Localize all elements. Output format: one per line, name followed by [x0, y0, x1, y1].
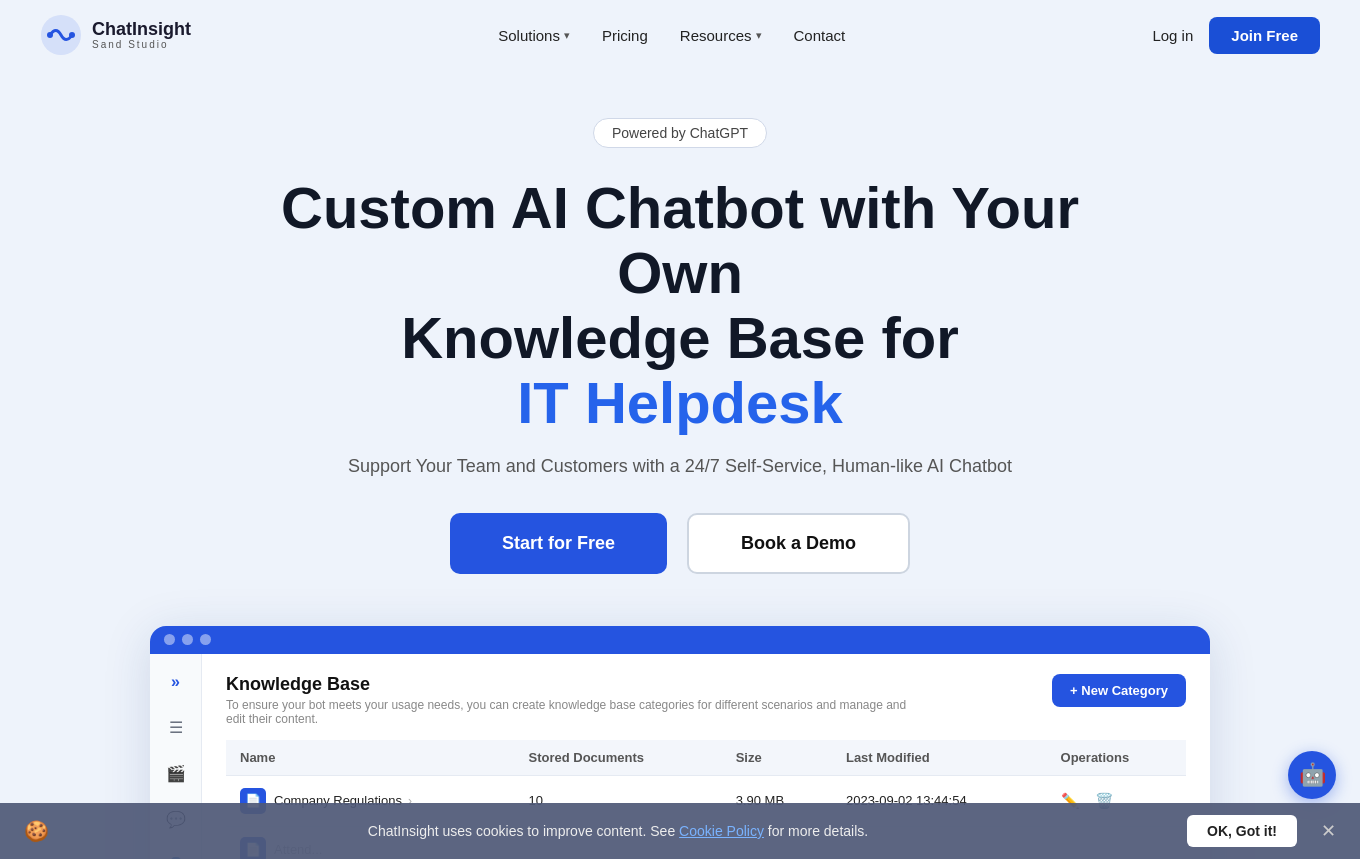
- col-modified: Last Modified: [832, 740, 1047, 776]
- table-header-row: Name Stored Documents Size Last Modified…: [226, 740, 1186, 776]
- col-name: Name: [226, 740, 514, 776]
- join-free-button[interactable]: Join Free: [1209, 17, 1320, 54]
- brand-sub: Sand Studio: [92, 39, 191, 50]
- nav-actions: Log in Join Free: [1152, 17, 1320, 54]
- nav-links: Solutions ▾ Pricing Resources ▾ Contact: [498, 27, 845, 44]
- sidebar-video-icon[interactable]: 🎬: [162, 760, 190, 788]
- hero-buttons: Start for Free Book a Demo: [450, 513, 910, 574]
- titlebar-dot-1: [164, 634, 175, 645]
- got-it-button[interactable]: OK, Got it!: [1187, 815, 1297, 847]
- col-ops: Operations: [1047, 740, 1186, 776]
- svg-point-1: [47, 32, 53, 38]
- chatbot-icon: 🤖: [1299, 762, 1326, 788]
- titlebar-dot-2: [182, 634, 193, 645]
- hero-section: Powered by ChatGPT Custom AI Chatbot wit…: [0, 70, 1360, 626]
- start-free-button[interactable]: Start for Free: [450, 513, 667, 574]
- sidebar-expand-icon[interactable]: »: [162, 668, 190, 696]
- kb-header: Knowledge Base To ensure your bot meets …: [226, 674, 1186, 726]
- logo[interactable]: ChatInsight Sand Studio: [40, 14, 191, 56]
- hero-title: Custom AI Chatbot with Your Own Knowledg…: [230, 176, 1130, 436]
- powered-badge: Powered by ChatGPT: [593, 118, 767, 148]
- nav-item-solutions[interactable]: Solutions ▾: [498, 27, 570, 44]
- cookie-emoji: 🍪: [24, 819, 49, 843]
- hero-subtitle: Support Your Team and Customers with a 2…: [348, 456, 1012, 477]
- book-demo-button[interactable]: Book a Demo: [687, 513, 910, 574]
- app-titlebar: [150, 626, 1210, 654]
- svg-point-2: [69, 32, 75, 38]
- new-category-button[interactable]: + New Category: [1052, 674, 1186, 707]
- cookie-policy-link[interactable]: Cookie Policy: [679, 823, 764, 839]
- kb-header-left: Knowledge Base To ensure your bot meets …: [226, 674, 926, 726]
- navbar: ChatInsight Sand Studio Solutions ▾ Pric…: [0, 0, 1360, 70]
- cookie-banner: 🍪 ChatInsight uses cookies to improve co…: [0, 803, 1360, 859]
- nav-item-pricing[interactable]: Pricing: [602, 27, 648, 44]
- nav-item-resources[interactable]: Resources ▾: [680, 27, 762, 44]
- kb-description: To ensure your bot meets your usage need…: [226, 698, 926, 726]
- chatbot-button[interactable]: 🤖: [1288, 751, 1336, 799]
- login-button[interactable]: Log in: [1152, 27, 1193, 44]
- kb-title: Knowledge Base: [226, 674, 926, 695]
- titlebar-dot-3: [200, 634, 211, 645]
- brand-name: ChatInsight: [92, 20, 191, 40]
- cookie-text: ChatInsight uses cookies to improve cont…: [65, 823, 1171, 839]
- cookie-close-button[interactable]: ✕: [1321, 820, 1336, 842]
- col-docs: Stored Documents: [514, 740, 721, 776]
- chevron-down-icon: ▾: [564, 29, 570, 42]
- logo-icon: [40, 14, 82, 56]
- chevron-down-icon: ▾: [756, 29, 762, 42]
- nav-item-contact[interactable]: Contact: [794, 27, 846, 44]
- col-size: Size: [722, 740, 832, 776]
- sidebar-kb-icon[interactable]: ☰: [162, 714, 190, 742]
